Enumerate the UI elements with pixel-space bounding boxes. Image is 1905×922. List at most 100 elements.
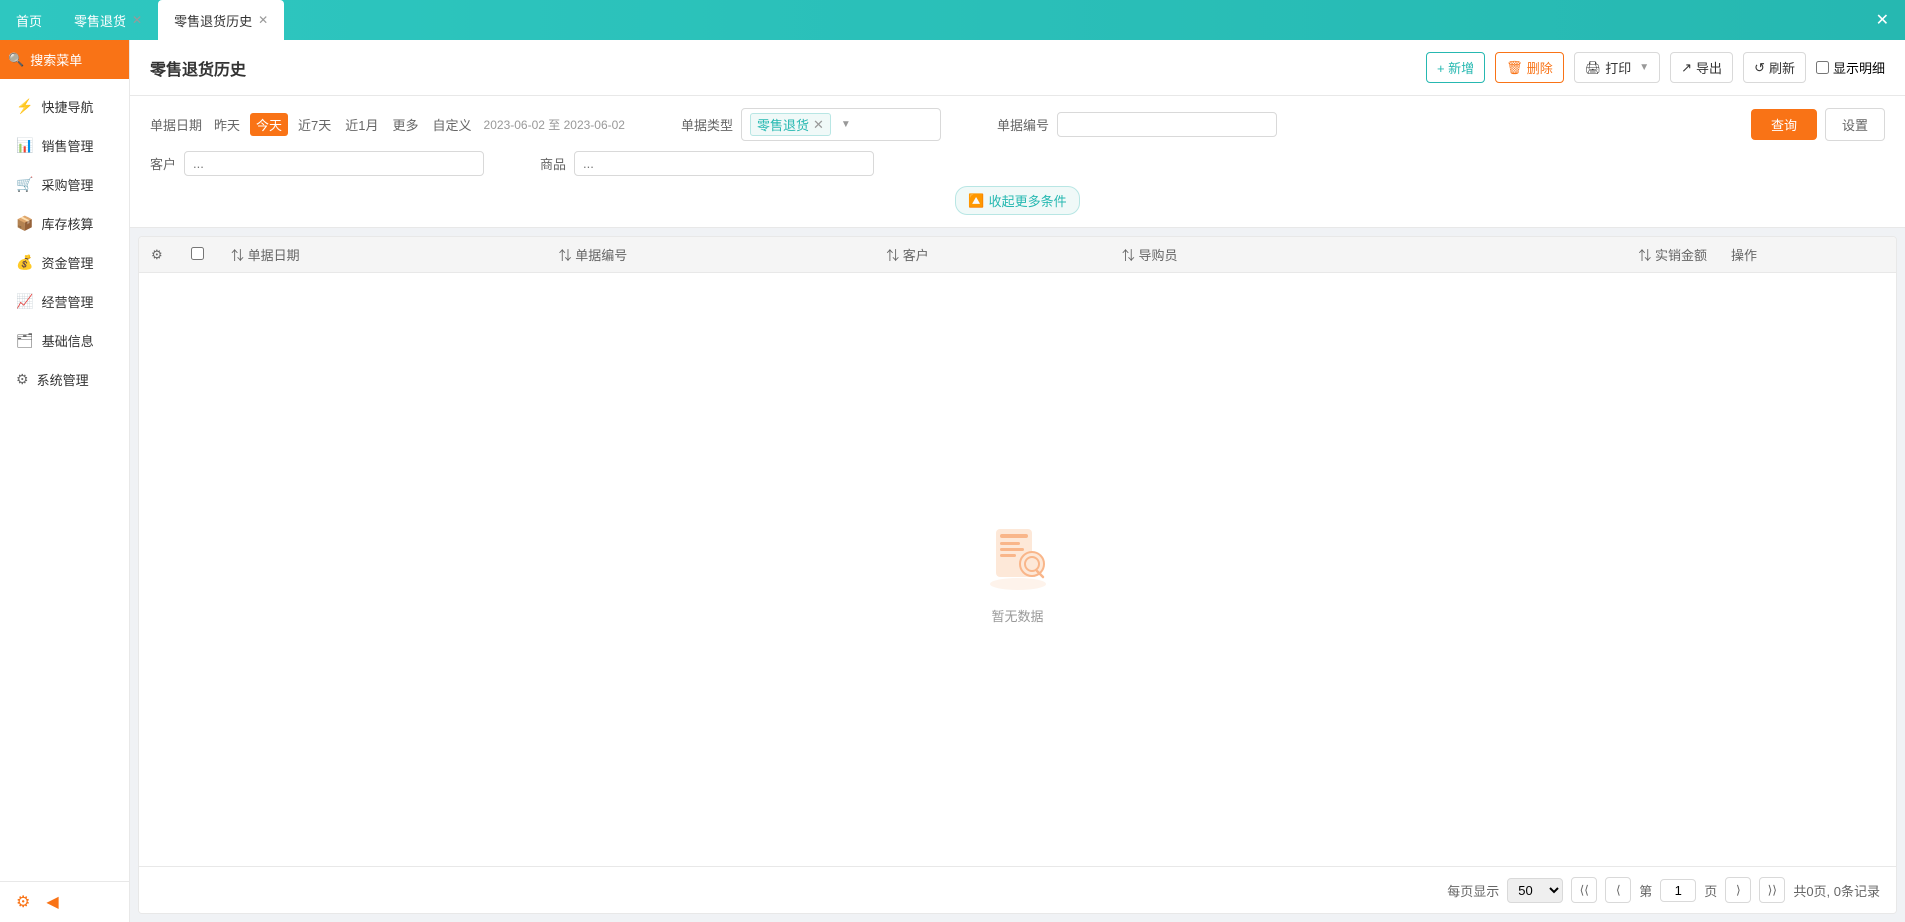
first-page-button[interactable]: ⟨⟨ [1571,877,1597,903]
sidebar-search-button[interactable]: 🔍 搜索菜单 [0,40,129,79]
show-detail-checkbox[interactable] [1816,61,1829,74]
type-filter: 单据类型 零售退货 ✕ ▼ [681,108,941,141]
main-layout: 🔍 搜索菜单 ⚡快捷导航 📊 销售管理 🛒采购管理📦库存核算 💰 资金管理 📈 经营管理 🗂 基础… [0,40,1905,922]
th-date: ⇅ 单据日期 [219,237,547,273]
table-area: ⚙ ⇅ 单据日期 ⇅ 单据编号 [138,236,1897,914]
page-number-input[interactable] [1660,879,1696,902]
nav-label-2: 采购管理 [41,175,93,194]
nav-label-6: 基础信息 [42,331,94,350]
tab-0[interactable]: 首页 [0,0,58,40]
type-label: 单据类型 [681,115,733,134]
type-select[interactable]: 零售退货 ✕ ▼ [741,108,941,141]
sidebar-item-2[interactable]: 🛒采购管理 [0,165,129,204]
number-input[interactable] [1057,112,1277,137]
nav-label-5: 经营管理 [41,292,93,311]
sidebar-item-6[interactable]: 🗂 基础信息 [0,321,129,360]
nav-label-0: 快捷导航 [41,97,93,116]
th-customer-label: ⇅ 客户 [886,248,929,263]
type-tag-label: 零售退货 [757,115,809,134]
type-select-chevron: ▼ [841,119,851,130]
sidebar-item-5[interactable]: 📈 经营管理 [0,282,129,321]
th-guide: ⇅ 导购员 [1110,237,1392,273]
th-actions-label: 操作 [1731,248,1757,263]
sidebar: 🔍 搜索菜单 ⚡快捷导航 📊 销售管理 🛒采购管理📦库存核算 💰 资金管理 📈 经营管理 🗂 基础… [0,40,130,922]
date-shortcut-5[interactable]: 自定义 [429,113,476,136]
settings-button[interactable]: 设置 [1825,108,1885,141]
settings-footer-icon[interactable]: ⚙ [16,892,30,912]
date-filter: 单据日期 昨天今天近7天近1月更多自定义 2023-06-02 至 2023-0… [150,113,625,136]
show-detail-wrap: 显示明细 [1816,58,1885,77]
refresh-label: 刷新 [1769,58,1795,77]
type-tag-remove[interactable]: ✕ [813,117,824,133]
date-label: 单据日期 [150,115,202,134]
nav-label-4: 资金管理 [41,253,93,272]
nav-label-7: 系统管理 [37,370,89,389]
delete-button[interactable]: 🗑 删除 [1495,52,1564,83]
number-filter: 单据编号 [997,112,1277,137]
tab-1[interactable]: 零售退货✕ [58,0,158,40]
sidebar-item-0[interactable]: ⚡快捷导航 [0,87,129,126]
sidebar-nav: ⚡快捷导航 📊 销售管理 🛒采购管理📦库存核算 💰 资金管理 📈 经营管理 🗂 基础信息 ⚙系统管理 [0,79,129,881]
date-shortcut-2[interactable]: 近7天 [294,113,335,136]
date-shortcuts: 昨天今天近7天近1月更多自定义 [210,113,476,136]
next-page-button[interactable]: ⟩ [1725,877,1751,903]
tab-close-1[interactable]: ✕ [132,13,142,27]
empty-illustration [978,514,1058,594]
pagination: 每页显示 50 20 100 ⟨⟨ ⟨ 第 页 ⟩ ⟩⟩ 共0页, 0条记录 [139,866,1896,913]
new-button[interactable]: + 新增 [1426,52,1485,83]
date-shortcut-1[interactable]: 今天 [250,113,288,136]
sidebar-item-7[interactable]: ⚙系统管理 [0,360,129,399]
nav-icon-5: 📈 [16,293,33,310]
export-button[interactable]: ↗ 导出 [1670,52,1733,83]
last-page-button[interactable]: ⟩⟩ [1759,877,1785,903]
date-shortcut-3[interactable]: 近1月 [341,113,382,136]
sidebar-item-1[interactable]: 📊 销售管理 [0,126,129,165]
sidebar-item-3[interactable]: 📦库存核算 [0,204,129,243]
data-table: ⚙ ⇅ 单据日期 ⇅ 单据编号 [139,237,1896,273]
th-amount: ⇅ 实销金额 [1391,237,1719,273]
nav-label-1: 销售管理 [41,136,93,155]
table-header-row: ⚙ ⇅ 单据日期 ⇅ 单据编号 [139,237,1896,273]
th-customer: ⇅ 客户 [874,237,1110,273]
window-close-button[interactable]: ✕ [1860,10,1905,30]
nav-icon-1: 📊 [16,137,33,154]
th-amount-label: ⇅ 实销金额 [1638,248,1707,263]
page-title: 零售退货历史 [150,56,246,80]
nav-icon-6: 🗂 [16,332,34,349]
number-label: 单据编号 [997,115,1049,134]
content-area: 零售退货历史 + 新增 🗑 删除 🖨 打印 ▼ ↗ 导出 ↺ [130,40,1905,922]
delete-label: 删除 [1527,58,1553,77]
prev-page-button[interactable]: ⟨ [1605,877,1631,903]
th-number-label: ⇅ 单据编号 [559,248,628,263]
collapse-sidebar-icon[interactable]: ◀ [46,892,58,912]
settings-col-icon[interactable]: ⚙ [151,247,163,262]
empty-state: 暂无数据 [139,273,1896,866]
sidebar-item-4[interactable]: 💰 资金管理 [0,243,129,282]
refresh-button[interactable]: ↺ 刷新 [1743,52,1806,83]
goods-filter: 商品 [540,151,874,176]
date-shortcut-4[interactable]: 更多 [389,113,423,136]
query-button[interactable]: 查询 [1751,109,1817,140]
th-guide-label: ⇅ 导购员 [1122,248,1178,263]
customer-input[interactable] [184,151,484,176]
total-info: 共0页, 0条记录 [1793,881,1880,900]
th-settings: ⚙ [139,237,179,273]
tab-2[interactable]: 零售退货历史✕ [158,0,284,40]
print-icon: 🖨 [1585,60,1602,76]
nav-icon-4: 💰 [16,254,33,271]
sidebar-footer: ⚙ ◀ [0,881,129,922]
select-all-checkbox[interactable] [191,247,204,260]
th-date-label: ⇅ 单据日期 [231,248,300,263]
th-number: ⇅ 单据编号 [547,237,875,273]
per-page-select[interactable]: 50 20 100 [1507,878,1563,903]
collapse-button[interactable]: 🔼 收起更多条件 [955,186,1079,215]
print-button[interactable]: 🖨 打印 ▼ [1574,52,1660,83]
goods-input[interactable] [574,151,874,176]
goods-label: 商品 [540,154,566,173]
date-shortcut-0[interactable]: 昨天 [210,113,244,136]
tab-close-2[interactable]: ✕ [258,13,268,27]
customer-filter: 客户 [150,151,484,176]
filter-row-1: 单据日期 昨天今天近7天近1月更多自定义 2023-06-02 至 2023-0… [150,108,1885,141]
page-unit-label: 页 [1704,881,1717,900]
page-header: 零售退货历史 + 新增 🗑 删除 🖨 打印 ▼ ↗ 导出 ↺ [130,40,1905,96]
